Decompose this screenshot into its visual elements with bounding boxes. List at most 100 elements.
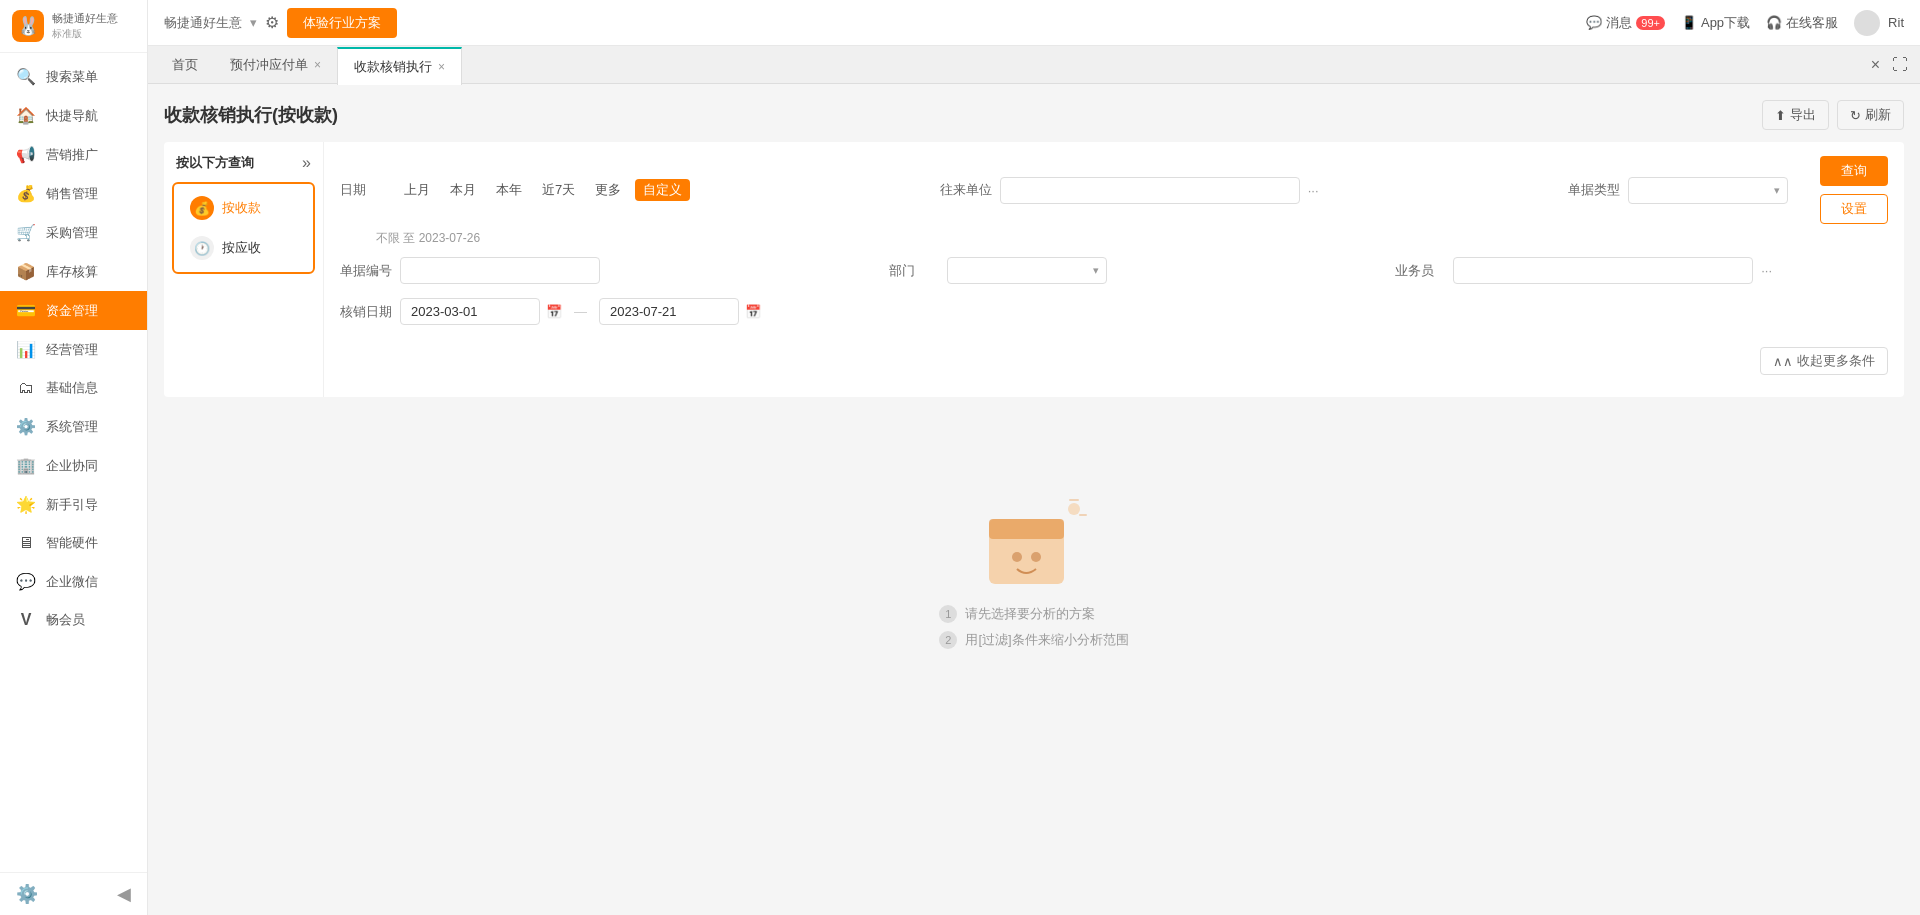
tab-collection[interactable]: 收款核销执行 ×	[337, 47, 462, 85]
filter-options-box: 💰 按收款 🕐 按应收	[172, 182, 315, 274]
corpwx-icon: 💬	[16, 572, 36, 591]
sidebar-item-bizmanage[interactable]: 📊 经营管理	[0, 330, 147, 369]
tab-collection-close-icon[interactable]: ×	[438, 60, 445, 74]
sidebar-item-marketing[interactable]: 📢 营销推广	[0, 135, 147, 174]
sidebar-item-newguide[interactable]: 🌟 新手引导	[0, 485, 147, 524]
export-button[interactable]: ⬆ 导出	[1762, 100, 1829, 130]
sidebar-item-inventory[interactable]: 📦 库存核算	[0, 252, 147, 291]
verify-date-start-input[interactable]	[400, 298, 540, 325]
doctype-label: 单据类型	[1568, 181, 1620, 199]
partner-input[interactable]	[1000, 177, 1300, 204]
date-7days-button[interactable]: 近7天	[536, 179, 581, 201]
filter-sidebar-collapse-button[interactable]: »	[302, 154, 311, 172]
empty-line-1: 1 请先选择要分析的方案	[939, 605, 1128, 623]
sidebar-item-corpwx[interactable]: 💬 企业微信	[0, 562, 147, 601]
settings-button[interactable]: 设置	[1820, 194, 1888, 224]
tab-bar-actions: × ⛶	[1867, 52, 1912, 78]
tab-maximize-button[interactable]: ⛶	[1888, 52, 1912, 78]
tab-prepay-close-icon[interactable]: ×	[314, 58, 321, 72]
svg-point-3	[1031, 552, 1041, 562]
page-title: 收款核销执行(按收款)	[164, 103, 338, 127]
sidebar-item-basicinfo[interactable]: 🗂 基础信息	[0, 369, 147, 407]
header-app-title: 畅捷通好生意	[164, 14, 242, 32]
settings-bottom-icon[interactable]: ⚙️	[16, 883, 38, 905]
sidebar-item-search[interactable]: 🔍 搜索菜单	[0, 57, 147, 96]
header-chevron-icon[interactable]: ▾	[250, 15, 257, 30]
empty-num-1: 1	[939, 605, 957, 623]
filter-collection-icon: 💰	[190, 196, 214, 220]
date-more-button[interactable]: 更多	[589, 179, 627, 201]
verify-date-end-input[interactable]	[599, 298, 739, 325]
svg-rect-1	[989, 519, 1064, 539]
empty-num-2: 2	[939, 631, 957, 649]
sidebar-nav: 🔍 搜索菜单 🏠 快捷导航 📢 营销推广 💰 销售管理 🛒 采购管理 📦 库存核…	[0, 53, 147, 872]
staff-dots-icon[interactable]: ···	[1761, 263, 1772, 278]
top-header: 畅捷通好生意 ▾ ⚙ 体验行业方案 💬 消息 99+ 📱 App下载 🎧 在线客…	[148, 0, 1920, 46]
tab-prepay[interactable]: 预付冲应付单 ×	[214, 46, 337, 84]
message-icon: 💬	[1586, 15, 1602, 30]
industry-solution-button[interactable]: 体验行业方案	[287, 8, 397, 38]
filter-sidebar: 按以下方查询 » 💰 按收款 🕐 按应收	[164, 142, 324, 397]
refresh-icon: ↻	[1850, 108, 1861, 123]
sidebar-item-quicknav[interactable]: 🏠 快捷导航	[0, 96, 147, 135]
sidebar: 🐰 畅捷通好生意 标准版 🔍 搜索菜单 🏠 快捷导航 📢 营销推广 💰 销售管理…	[0, 0, 148, 915]
partner-label: 往来单位	[940, 181, 992, 199]
filter-dept-group: 部门 ▾	[889, 257, 1107, 284]
filter-option-by-receivable[interactable]: 🕐 按应收	[174, 228, 313, 268]
verify-date-end-calendar-icon[interactable]: 📅	[745, 304, 761, 319]
svg-rect-5	[1069, 499, 1079, 501]
date-custom-button[interactable]: 自定义	[635, 179, 690, 201]
messages-button[interactable]: 💬 消息 99+	[1586, 14, 1665, 32]
filter-row-2: 单据编号 部门 ▾	[340, 257, 1888, 284]
header-right: 💬 消息 99+ 📱 App下载 🎧 在线客服 Rit	[1586, 10, 1904, 36]
sidebar-item-sales[interactable]: 💰 销售管理	[0, 174, 147, 213]
date-this-year-button[interactable]: 本年	[490, 179, 528, 201]
verifydate-label: 核销日期	[340, 303, 392, 321]
partner-dots-icon[interactable]: ···	[1308, 183, 1319, 198]
sidebar-item-smarthw[interactable]: 🖥 智能硬件	[0, 524, 147, 562]
svg-rect-6	[1079, 514, 1087, 516]
main-area: 畅捷通好生意 ▾ ⚙ 体验行业方案 💬 消息 99+ 📱 App下载 🎧 在线客…	[148, 0, 1920, 915]
header-gear-icon[interactable]: ⚙	[265, 13, 279, 32]
docno-input[interactable]	[400, 257, 600, 284]
collapse-sidebar-icon[interactable]: ◀	[117, 883, 131, 905]
empty-lines: 1 请先选择要分析的方案 2 用[过滤]条件来缩小分析范围	[939, 605, 1128, 649]
empty-line-2: 2 用[过滤]条件来缩小分析范围	[939, 631, 1128, 649]
sidebar-item-finance[interactable]: 💳 资金管理	[0, 291, 147, 330]
filter-sidebar-header: 按以下方查询 »	[164, 154, 323, 182]
refresh-button[interactable]: ↻ 刷新	[1837, 100, 1904, 130]
doctype-select[interactable]	[1628, 177, 1788, 204]
user-account[interactable]: Rit	[1854, 10, 1904, 36]
tab-home[interactable]: 首页	[156, 46, 214, 84]
doctype-select-wrapper: ▾	[1628, 177, 1788, 204]
filter-option-by-collection[interactable]: 💰 按收款	[174, 188, 313, 228]
date-this-month-button[interactable]: 本月	[444, 179, 482, 201]
tab-home-label: 首页	[172, 56, 198, 74]
collapse-conditions-button[interactable]: ∧∧ 收起更多条件	[1760, 347, 1888, 375]
export-icon: ⬆	[1775, 108, 1786, 123]
sidebar-bottom: ⚙️ ◀	[0, 872, 147, 915]
filter-form: 日期 上月 本月 本年 近7天 更多 自定义 往来单位 ···	[324, 142, 1904, 397]
home-icon: 🏠	[16, 106, 36, 125]
sidebar-item-purchase[interactable]: 🛒 采购管理	[0, 213, 147, 252]
sidebar-item-bizcolab[interactable]: 🏢 企业协同	[0, 446, 147, 485]
sidebar-item-sysmanage[interactable]: ⚙️ 系统管理	[0, 407, 147, 446]
verify-date-start-calendar-icon[interactable]: 📅	[546, 304, 562, 319]
page-header: 收款核销执行(按收款) ⬆ 导出 ↻ 刷新	[164, 100, 1904, 130]
online-service-button[interactable]: 🎧 在线客服	[1766, 14, 1838, 32]
empty-state: 1 请先选择要分析的方案 2 用[过滤]条件来缩小分析范围	[164, 409, 1904, 729]
docno-label: 单据编号	[340, 262, 392, 280]
date-label: 日期	[340, 181, 390, 199]
collapse-up-icon: ∧∧	[1773, 354, 1793, 369]
app-download-button[interactable]: 📱 App下载	[1681, 14, 1750, 32]
sales-icon: 💰	[16, 184, 36, 203]
bizcolab-icon: 🏢	[16, 456, 36, 475]
staff-input[interactable]	[1453, 257, 1753, 284]
query-button[interactable]: 查询	[1820, 156, 1888, 186]
dept-select[interactable]	[947, 257, 1107, 284]
basicinfo-icon: 🗂	[16, 379, 36, 397]
page: 收款核销执行(按收款) ⬆ 导出 ↻ 刷新 按以下方	[148, 84, 1920, 745]
date-last-month-button[interactable]: 上月	[398, 179, 436, 201]
sidebar-item-member[interactable]: V 畅会员	[0, 601, 147, 639]
tab-close-all-button[interactable]: ×	[1867, 52, 1884, 78]
